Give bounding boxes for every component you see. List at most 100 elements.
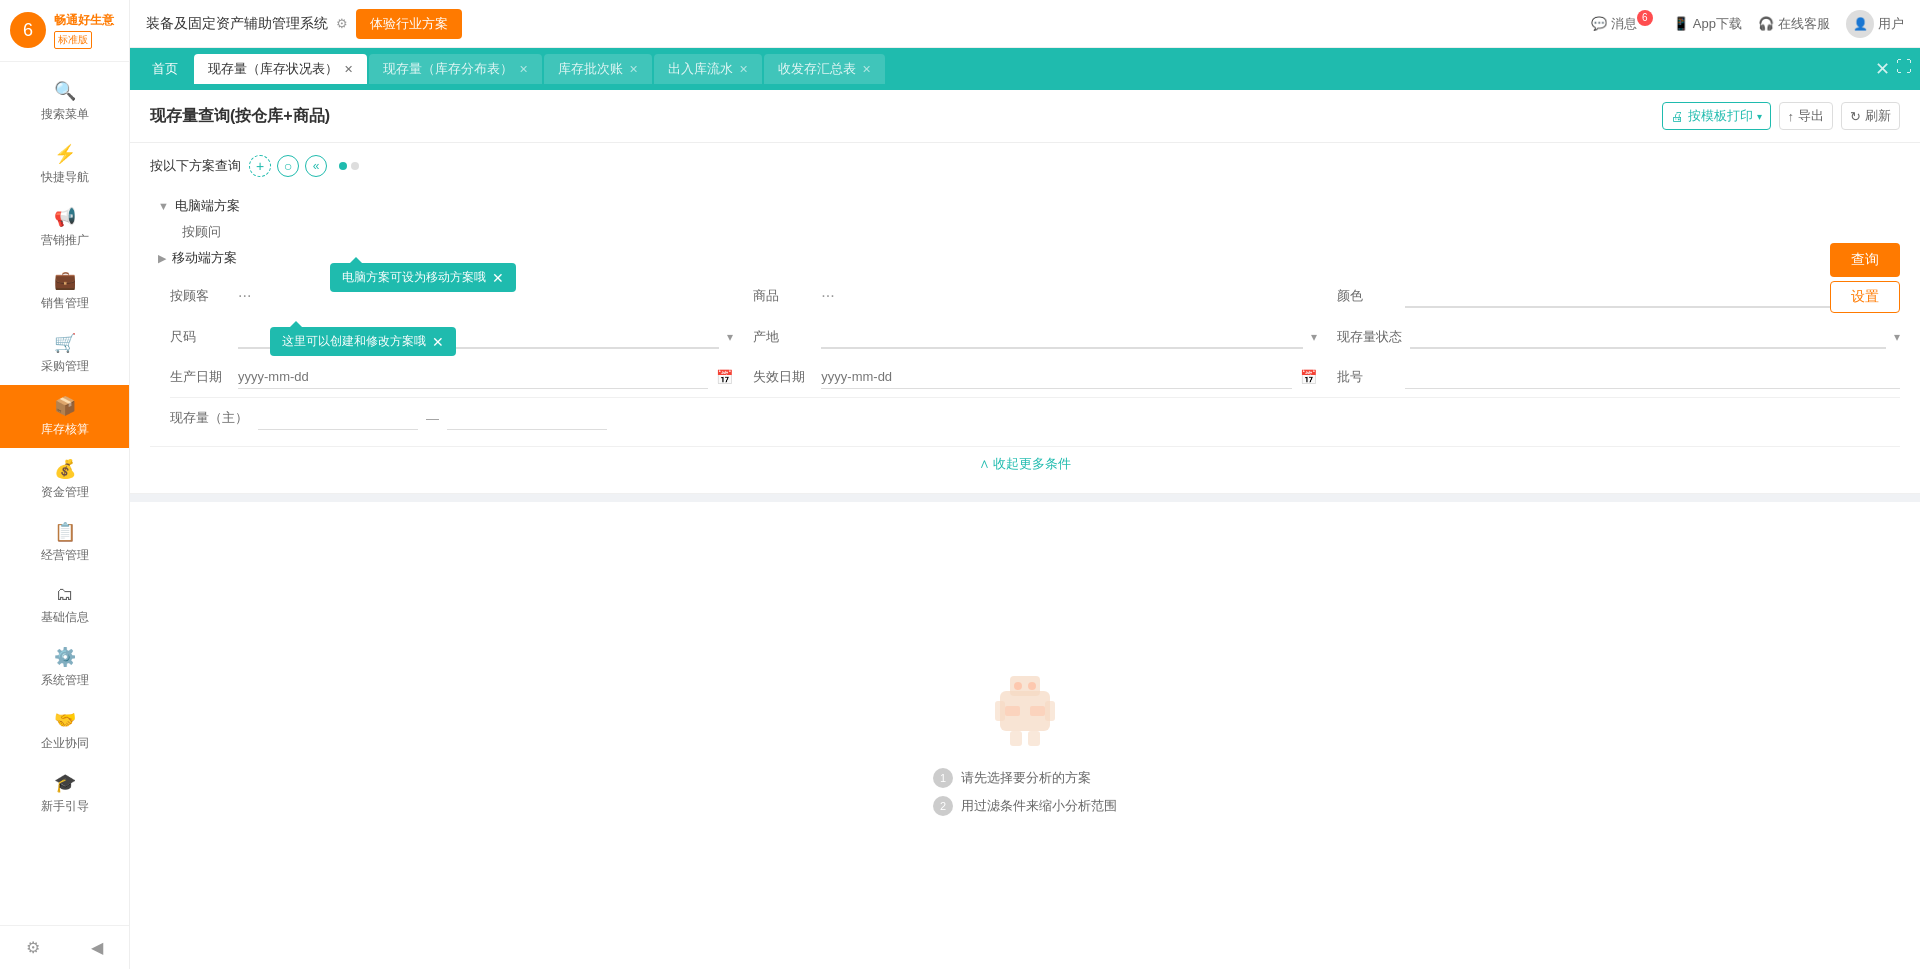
stock-status-input[interactable] xyxy=(1410,324,1886,348)
color-label: 颜色 xyxy=(1337,287,1397,305)
phone-icon: 📱 xyxy=(1673,16,1689,31)
sidebar-item-base[interactable]: 🗂基础信息 xyxy=(0,574,129,636)
tooltip-close-icon-2[interactable]: ✕ xyxy=(432,334,444,350)
sidebar-item-enterprise[interactable]: 🤝企业协同 xyxy=(0,699,129,762)
calendar-icon-2[interactable]: 📅 xyxy=(1300,369,1317,385)
sidebar: 6 畅通好生意 标准版 🔍搜索菜单⚡快捷导航📢营销推广💼销售管理🛒采购管理📦库存… xyxy=(0,0,130,969)
experience-button[interactable]: 体验行业方案 xyxy=(356,9,462,39)
stock-from-input[interactable] xyxy=(258,406,418,430)
collapse-button[interactable]: ∧ 收起更多条件 xyxy=(150,446,1900,481)
print-button[interactable]: 🖨 按模板打印 ▾ xyxy=(1662,102,1771,130)
tab-batch[interactable]: 库存批次账 ✕ xyxy=(544,54,652,84)
message-button[interactable]: 💬 消息 6 xyxy=(1591,15,1657,33)
add-scheme-button[interactable]: + xyxy=(249,155,271,177)
sidebar-item-finance[interactable]: 💰 资金管理 xyxy=(0,448,129,511)
refresh-button[interactable]: ↻ 刷新 xyxy=(1841,102,1900,130)
back-arrow-button[interactable]: « xyxy=(305,155,327,177)
operation-icon: 📋 xyxy=(54,521,76,543)
tab-inventory-dist[interactable]: 现存量（库存分布表） ✕ xyxy=(369,54,542,84)
edit-scheme-button[interactable]: ○ xyxy=(277,155,299,177)
sales-icon: 💼 xyxy=(54,269,76,291)
close-icon[interactable]: ✕ xyxy=(344,63,353,76)
system-icon: ⚙️ xyxy=(54,646,76,668)
close-icon[interactable]: ✕ xyxy=(519,63,528,76)
more-options-icon[interactable]: ··· xyxy=(238,287,251,305)
main-content: 装备及固定资产辅助管理系统 ⚙ 体验行业方案 💬 消息 6 📱 App下载 🎧 … xyxy=(130,0,1920,969)
finance-icon: 💰 xyxy=(54,458,76,480)
chevron-down-icon: ▾ xyxy=(727,330,733,344)
svg-point-2 xyxy=(1014,682,1022,690)
sidebar-item-label: 销售管理 xyxy=(41,295,89,312)
close-icon[interactable]: ✕ xyxy=(862,63,871,76)
filter-area: 按以下方案查询 + ○ « 电脑方案可设为移动方案哦 ✕ 这里可以创 xyxy=(130,143,1920,494)
stock-to-input[interactable] xyxy=(447,406,607,430)
calendar-icon[interactable]: 📅 xyxy=(716,369,733,385)
tab-inventory-dist-label: 现存量（库存分布表） xyxy=(383,60,513,78)
sidebar-item-label: 资金管理 xyxy=(41,484,89,501)
sidebar-item-system[interactable]: ⚙️系统管理 xyxy=(0,636,129,699)
close-icon[interactable]: ✕ xyxy=(629,63,638,76)
support-button[interactable]: 🎧 在线客服 xyxy=(1758,15,1830,33)
content-area: 现存量查询(按仓库+商品) 🖨 按模板打印 ▾ ↑ 导出 ↻ 刷新 xyxy=(130,90,1920,969)
sidebar-item-purchase[interactable]: 🛒采购管理 xyxy=(0,322,129,385)
scheme-pc[interactable]: ▼ 电脑端方案 xyxy=(150,193,1900,219)
filter-header: 按以下方案查询 + ○ « xyxy=(150,155,1900,177)
tab-inventory-status-label: 现存量（库存状况表） xyxy=(208,60,338,78)
collapse-icon[interactable]: ◀ xyxy=(91,938,103,957)
settings-icon[interactable]: ⚙ xyxy=(336,16,348,31)
logo-text: 畅通好生意 xyxy=(54,12,114,29)
close-icon[interactable]: ✕ xyxy=(739,63,748,76)
sidebar-item-sales[interactable]: 💼 销售管理 xyxy=(0,259,129,322)
filter-origin: 产地 ▾ xyxy=(753,324,1316,349)
fullscreen-icon[interactable]: ⛶ xyxy=(1896,58,1912,80)
svg-rect-6 xyxy=(1010,731,1022,746)
empty-hint-1: 1 请先选择要分析的方案 xyxy=(933,768,1117,788)
sidebar-item-label: 基础信息 xyxy=(41,609,89,626)
tab-inout[interactable]: 出入库流水 ✕ xyxy=(654,54,762,84)
filter-label: 按以下方案查询 xyxy=(150,157,241,175)
prod-date-label: 生产日期 xyxy=(170,368,230,386)
export-button[interactable]: ↑ 导出 xyxy=(1779,102,1834,130)
tooltip-close-icon[interactable]: ✕ xyxy=(492,270,504,286)
more-options-icon[interactable]: ··· xyxy=(821,287,834,305)
tab-bar: 首页 现存量（库存状况表） ✕ 现存量（库存分布表） ✕ 库存批次账 ✕ 出入库… xyxy=(130,48,1920,90)
avatar: 👤 xyxy=(1846,10,1874,38)
tab-receive-label: 收发存汇总表 xyxy=(778,60,856,78)
page-header: 现存量查询(按仓库+商品) 🖨 按模板打印 ▾ ↑ 导出 ↻ 刷新 xyxy=(130,90,1920,143)
tooltip-scheme: 电脑方案可设为移动方案哦 ✕ xyxy=(330,263,516,292)
svg-point-3 xyxy=(1028,682,1036,690)
sidebar-item-search[interactable]: 🔍搜索菜单 xyxy=(0,70,129,133)
batch-input[interactable] xyxy=(1405,365,1900,389)
svg-rect-7 xyxy=(1028,731,1040,746)
settings-icon[interactable]: ⚙ xyxy=(26,938,40,957)
search-button[interactable]: 查询 xyxy=(1830,243,1900,277)
color-input[interactable] xyxy=(1405,283,1886,307)
expire-date-input[interactable] xyxy=(821,365,1291,389)
filter-color: 颜色 ▾ xyxy=(1337,283,1900,308)
reset-button[interactable]: 设置 xyxy=(1830,281,1900,313)
sidebar-item-operation[interactable]: 📋 经营管理 xyxy=(0,511,129,574)
hint-num-1: 1 xyxy=(933,768,953,788)
tab-home[interactable]: 首页 xyxy=(138,54,192,84)
user-button[interactable]: 👤 用户 xyxy=(1846,10,1904,38)
sidebar-item-nav[interactable]: ⚡快捷导航 xyxy=(0,133,129,196)
prod-date-input[interactable] xyxy=(238,365,708,389)
tab-receive[interactable]: 收发存汇总表 ✕ xyxy=(764,54,885,84)
sidebar-item-label: 采购管理 xyxy=(41,358,89,375)
origin-input[interactable] xyxy=(821,324,1302,348)
sidebar-item-inventory[interactable]: 📦库存核算 xyxy=(0,385,129,448)
tab-inventory-status[interactable]: 现存量（库存状况表） ✕ xyxy=(194,54,367,84)
chevron-down-icon: ▼ xyxy=(158,200,169,212)
empty-illustration xyxy=(975,656,1075,756)
chevron-down-icon: ▾ xyxy=(1757,111,1762,122)
app-download-button[interactable]: 📱 App下载 xyxy=(1673,15,1742,33)
warehouse-label: 按顾客 xyxy=(170,287,230,305)
sidebar-item-marketing[interactable]: 📢营销推广 xyxy=(0,196,129,259)
chevron-down-icon: ▾ xyxy=(1311,330,1317,344)
sidebar-item-guide[interactable]: 🎓新手引导 xyxy=(0,762,129,825)
close-all-icon[interactable]: ✕ xyxy=(1875,58,1890,80)
scheme-pc-sub[interactable]: 按顾问 xyxy=(150,219,1900,245)
dot-active xyxy=(339,162,347,170)
sidebar-item-label: 经营管理 xyxy=(41,547,89,564)
sidebar-item-label: 快捷导航 xyxy=(41,169,89,186)
